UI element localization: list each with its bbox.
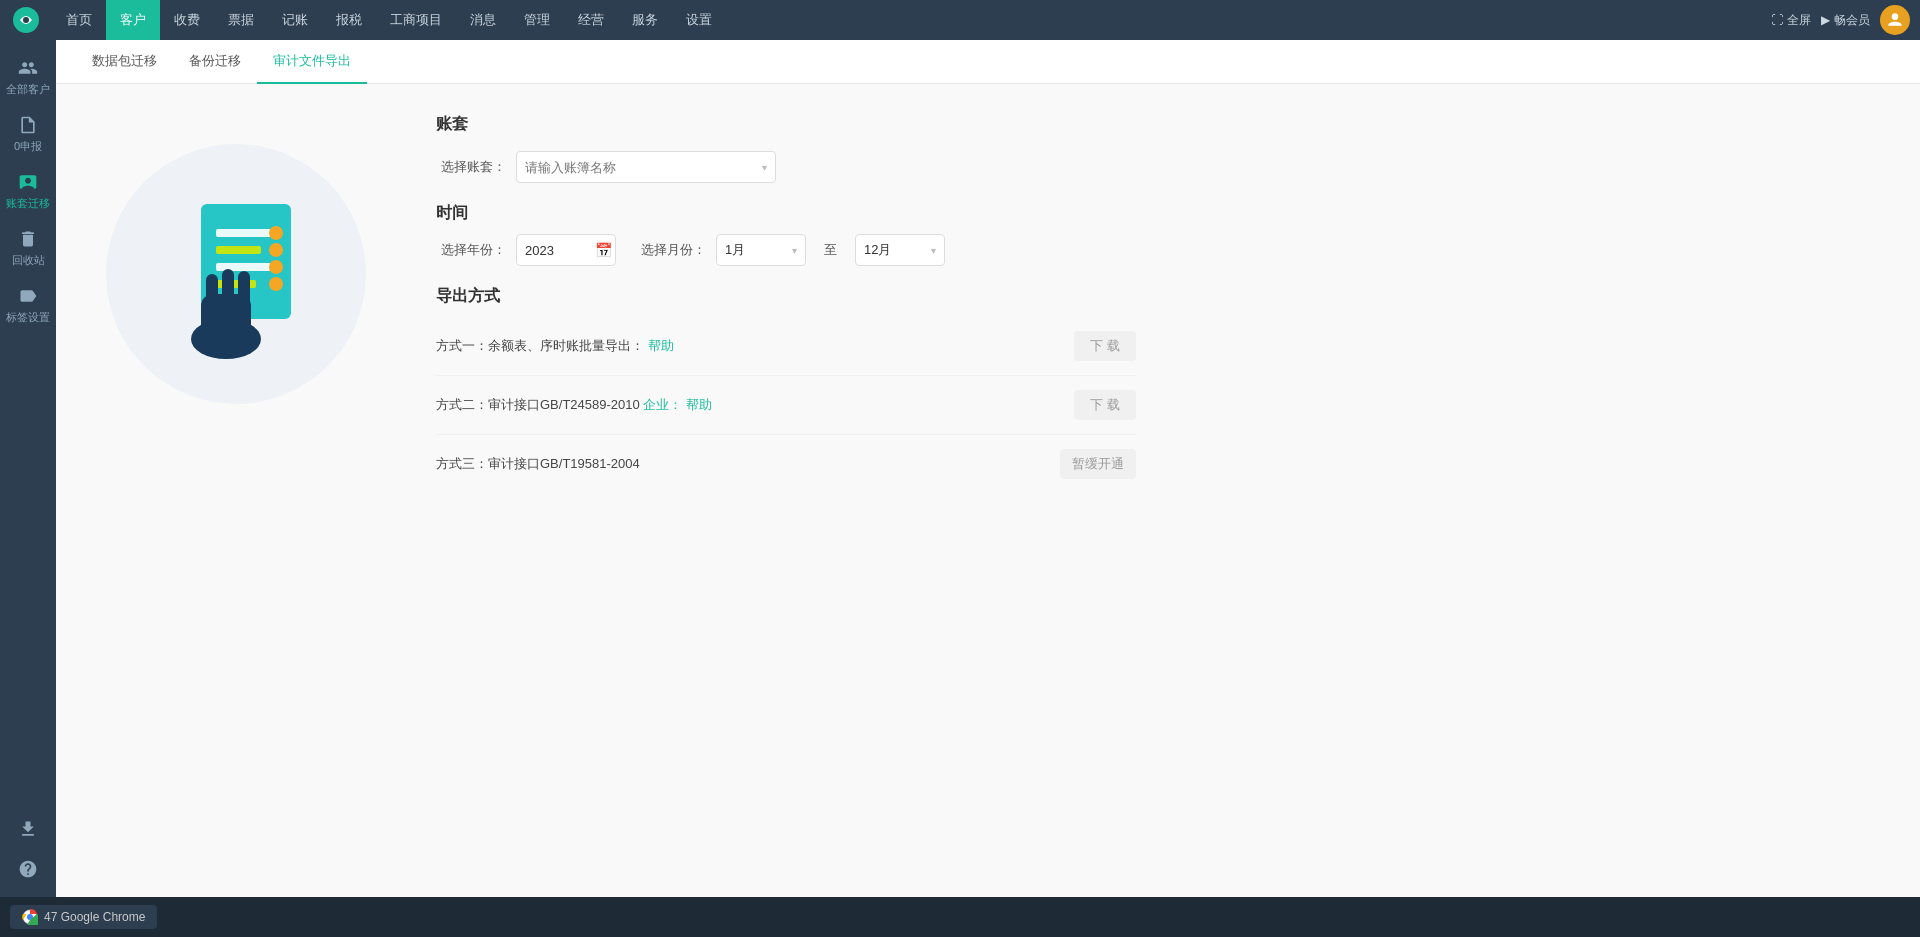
form-area: 账套 选择账套： ▾ 时间 选择年份： 📅 选择月份： bbox=[436, 114, 1136, 493]
month-label: 选择月份： bbox=[636, 241, 706, 259]
export-method-1: 方式一：余额表、序时账批量导出： 帮助 下 载 bbox=[436, 317, 1136, 376]
nav-customer[interactable]: 客户 bbox=[106, 0, 160, 40]
accountset-section-title: 账套 bbox=[436, 114, 1136, 135]
month-start-arrow-icon: ▾ bbox=[792, 245, 797, 256]
content-area: 数据包迁移 备份迁移 审计文件导出 bbox=[56, 40, 1920, 897]
vip-button[interactable]: ▶ 畅会员 bbox=[1821, 12, 1870, 29]
export-section-title: 导出方式 bbox=[436, 286, 1136, 307]
month-end-select[interactable]: 12月 ▾ bbox=[855, 234, 945, 266]
sidebar-bottom bbox=[0, 811, 56, 897]
time-section-title: 时间 bbox=[436, 203, 1136, 224]
accountset-input[interactable] bbox=[525, 160, 743, 175]
method1-label: 方式一：余额表、序时账批量导出： 帮助 bbox=[436, 337, 674, 355]
year-input[interactable] bbox=[525, 243, 595, 258]
left-sidebar: 全部客户 0申报 账套迁移 回收站 标签设置 bbox=[0, 40, 56, 897]
svg-point-8 bbox=[269, 243, 283, 257]
year-label: 选择年份： bbox=[436, 241, 506, 259]
accountset-select[interactable]: ▾ bbox=[516, 151, 776, 183]
method2-help-link[interactable]: 帮助 bbox=[686, 397, 712, 412]
sidebar-item-recycle[interactable]: 回收站 bbox=[0, 221, 56, 276]
time-row: 选择年份： 📅 选择月份： 1月 ▾ 至 12月 ▾ bbox=[436, 234, 1136, 266]
accountset-arrow-icon: ▾ bbox=[762, 162, 767, 173]
svg-point-10 bbox=[269, 277, 283, 291]
svg-rect-13 bbox=[206, 274, 218, 309]
nav-items: 首页 客户 收费 票据 记账 报税 工商项目 消息 管理 经营 服务 设置 bbox=[52, 0, 1771, 40]
avatar[interactable] bbox=[1880, 5, 1910, 35]
sidebar-download-button[interactable] bbox=[0, 811, 56, 847]
nav-right: ⛶ 全屏 ▶ 畅会员 bbox=[1771, 5, 1910, 35]
svg-rect-14 bbox=[222, 269, 234, 309]
taskbar: 47 Google Chrome bbox=[0, 897, 1920, 937]
main-layout: 全部客户 0申报 账套迁移 回收站 标签设置 bbox=[0, 40, 1920, 897]
month-start-value: 1月 bbox=[725, 241, 745, 259]
taskbar-chrome-item[interactable]: 47 Google Chrome bbox=[10, 905, 157, 929]
method2-enterprise-link[interactable]: 企业： bbox=[643, 397, 682, 412]
tab-backup-migration[interactable]: 备份迁移 bbox=[173, 40, 257, 84]
vip-icon: ▶ bbox=[1821, 13, 1830, 27]
svg-rect-4 bbox=[216, 246, 261, 254]
app-logo bbox=[10, 4, 42, 36]
tab-data-migration[interactable]: 数据包迁移 bbox=[76, 40, 173, 84]
sidebar-item-zero-declaration[interactable]: 0申报 bbox=[0, 107, 56, 162]
nav-tax[interactable]: 报税 bbox=[322, 0, 376, 40]
method3-label: 方式三：审计接口GB/T19581-2004 bbox=[436, 455, 640, 473]
taskbar-chrome-label: 47 Google Chrome bbox=[44, 910, 145, 924]
tab-audit-export[interactable]: 审计文件导出 bbox=[257, 40, 367, 84]
sidebar-item-account-migration[interactable]: 账套迁移 bbox=[0, 164, 56, 219]
accountset-row: 选择账套： ▾ bbox=[436, 151, 1136, 183]
svg-rect-5 bbox=[216, 263, 271, 271]
calendar-icon: 📅 bbox=[595, 242, 612, 258]
chrome-icon bbox=[22, 909, 38, 925]
nav-invoice[interactable]: 票据 bbox=[214, 0, 268, 40]
method1-help-link[interactable]: 帮助 bbox=[648, 338, 674, 353]
page-content: 账套 选择账套： ▾ 时间 选择年份： 📅 选择月份： bbox=[56, 84, 1920, 897]
illustration-circle bbox=[106, 144, 366, 404]
svg-point-7 bbox=[269, 226, 283, 240]
method1-download-button[interactable]: 下 载 bbox=[1074, 331, 1136, 361]
accountset-label: 选择账套： bbox=[436, 158, 506, 176]
nav-accounting[interactable]: 记账 bbox=[268, 0, 322, 40]
nav-settings[interactable]: 设置 bbox=[672, 0, 726, 40]
method2-download-button[interactable]: 下 载 bbox=[1074, 390, 1136, 420]
month-start-select[interactable]: 1月 ▾ bbox=[716, 234, 806, 266]
nav-bizproject[interactable]: 工商项目 bbox=[376, 0, 456, 40]
method2-label: 方式二：审计接口GB/T24589-2010 企业： 帮助 bbox=[436, 396, 712, 414]
svg-point-9 bbox=[269, 260, 283, 274]
export-method-2: 方式二：审计接口GB/T24589-2010 企业： 帮助 下 载 bbox=[436, 376, 1136, 435]
method3-open-button[interactable]: 暂缓开通 bbox=[1060, 449, 1136, 479]
sidebar-item-tag-settings[interactable]: 标签设置 bbox=[0, 278, 56, 333]
nav-manage[interactable]: 管理 bbox=[510, 0, 564, 40]
nav-operation[interactable]: 经营 bbox=[564, 0, 618, 40]
nav-billing[interactable]: 收费 bbox=[160, 0, 214, 40]
sidebar-help-button[interactable] bbox=[0, 851, 56, 887]
year-input-wrap[interactable]: 📅 bbox=[516, 234, 616, 266]
sidebar-item-all-customers[interactable]: 全部客户 bbox=[0, 50, 56, 105]
nav-home[interactable]: 首页 bbox=[52, 0, 106, 40]
nav-message[interactable]: 消息 bbox=[456, 0, 510, 40]
fullscreen-button[interactable]: ⛶ 全屏 bbox=[1771, 12, 1811, 29]
svg-rect-3 bbox=[216, 229, 276, 237]
illustration-area bbox=[96, 134, 376, 414]
tab-bar: 数据包迁移 备份迁移 审计文件导出 bbox=[56, 40, 1920, 84]
month-end-value: 12月 bbox=[864, 241, 891, 259]
fullscreen-icon: ⛶ bbox=[1771, 13, 1783, 27]
nav-service[interactable]: 服务 bbox=[618, 0, 672, 40]
to-text: 至 bbox=[824, 241, 837, 259]
svg-point-1 bbox=[23, 17, 29, 23]
month-end-arrow-icon: ▾ bbox=[931, 245, 936, 256]
svg-rect-15 bbox=[238, 271, 250, 309]
export-method-3: 方式三：审计接口GB/T19581-2004 暂缓开通 bbox=[436, 435, 1136, 493]
top-navigation: 首页 客户 收费 票据 记账 报税 工商项目 消息 管理 经营 服务 设置 ⛶ … bbox=[0, 0, 1920, 40]
